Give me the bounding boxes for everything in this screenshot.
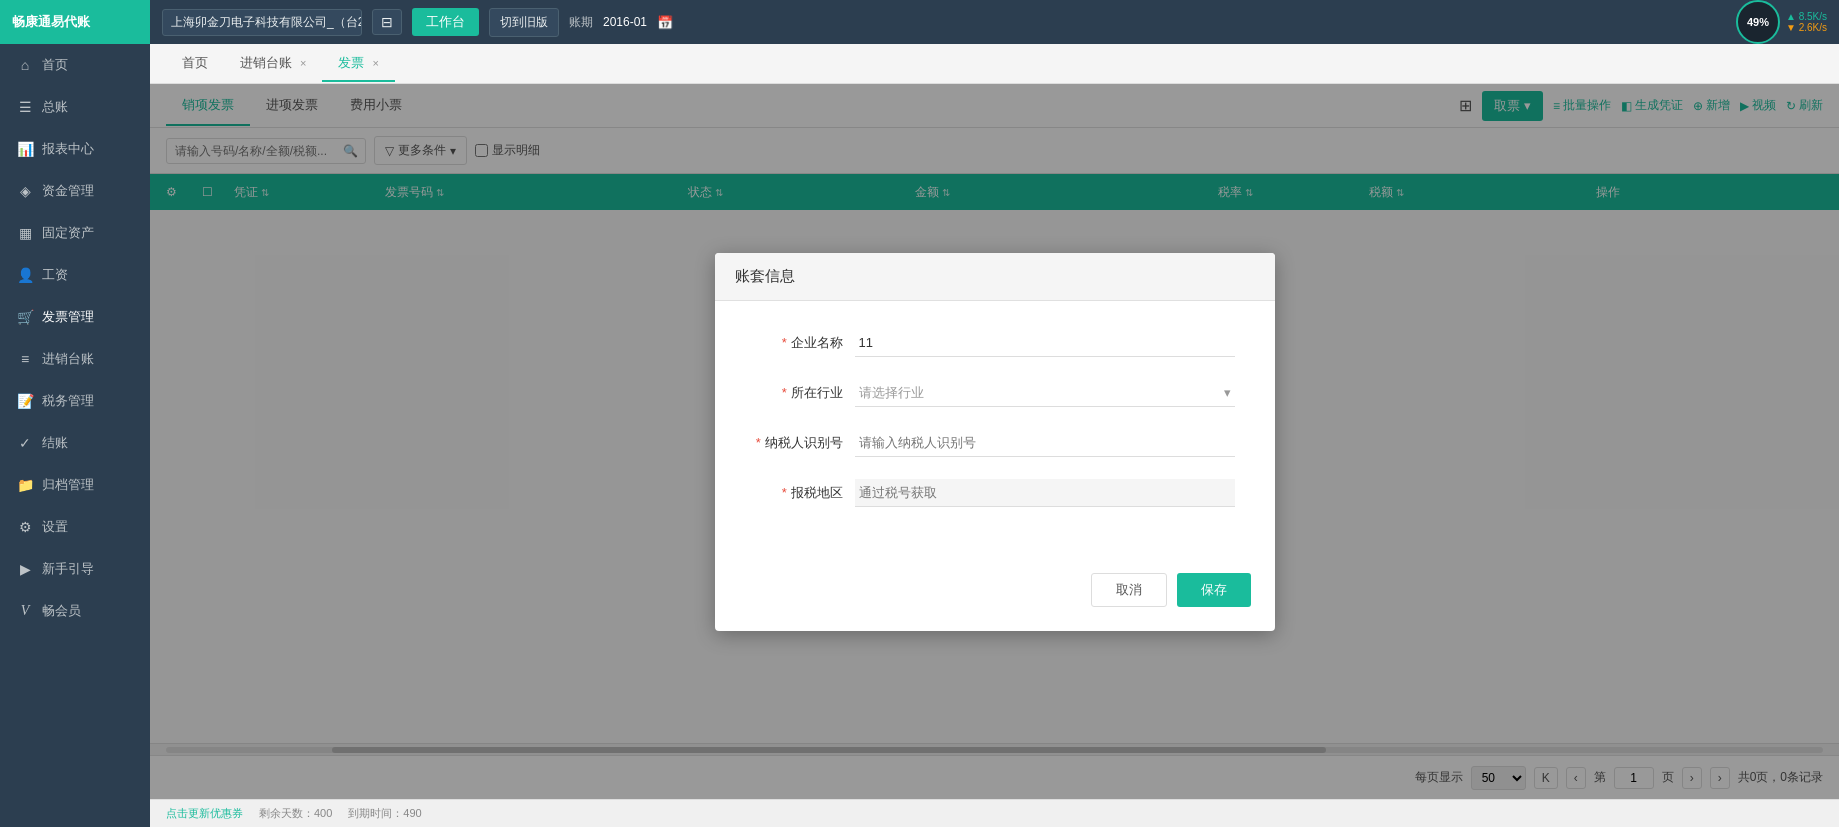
- modal-body: * 企业名称 * 所在行业 请选择行业: [715, 301, 1275, 557]
- industry-row: * 所在行业 请选择行业 ▾: [755, 379, 1235, 407]
- modal-title: 账套信息: [735, 267, 795, 284]
- sidebar-item-assets[interactable]: ▦ 固定资产: [0, 212, 150, 254]
- tab-home[interactable]: 首页: [166, 46, 224, 82]
- sidebar-item-label: 新手引导: [42, 560, 94, 578]
- company-name-input[interactable]: [855, 329, 1235, 357]
- status-info2: 到期时间：490: [348, 806, 421, 821]
- modal-overlay[interactable]: 账套信息 * 企业名称 * 所在行业: [150, 84, 1839, 799]
- checkout-icon: ✓: [16, 435, 34, 451]
- tax-icon: 📝: [16, 393, 34, 409]
- app-logo: 畅康通易代账: [0, 0, 150, 44]
- company-selector[interactable]: 上海卯金刀电子科技有限公司_（台201... ▾: [162, 9, 362, 36]
- tab-purchase-close[interactable]: ×: [300, 57, 306, 69]
- status-bar: 点击更新优惠券 剩余天数：400 到期时间：490: [150, 799, 1839, 827]
- sidebar-item-label: 资金管理: [42, 182, 94, 200]
- industry-select[interactable]: 请选择行业: [855, 379, 1235, 406]
- sidebar-item-label: 工资: [42, 266, 68, 284]
- speed-up: ▲ 8.5K/s: [1786, 11, 1827, 22]
- sidebar-item-label: 畅会员: [42, 602, 81, 620]
- tab-bar: 首页 进销台账 × 发票 ×: [150, 44, 1839, 84]
- region-input: [855, 479, 1235, 507]
- sidebar-item-archive[interactable]: 📁 归档管理: [0, 464, 150, 506]
- invoice-icon: 🛒: [16, 309, 34, 325]
- sidebar-item-label: 结账: [42, 434, 68, 452]
- tax-id-row: * 纳税人识别号: [755, 429, 1235, 457]
- modal-footer: 取消 保存: [715, 557, 1275, 631]
- region-label: * 报税地区: [755, 484, 855, 502]
- funds-icon: ◈: [16, 183, 34, 199]
- tab-purchase[interactable]: 进销台账 ×: [224, 46, 322, 82]
- home-icon: ⌂: [16, 57, 34, 73]
- sidebar-item-settings[interactable]: ⚙ 设置: [0, 506, 150, 548]
- industry-label: * 所在行业: [755, 384, 855, 402]
- speed-stats: ▲ 8.5K/s ▼ 2.6K/s: [1786, 11, 1827, 33]
- sidebar-item-label: 固定资产: [42, 224, 94, 242]
- switch-old-button[interactable]: 切到旧版: [489, 8, 559, 37]
- sidebar-item-guide[interactable]: ▶ 新手引导: [0, 548, 150, 590]
- sidebar-item-purchase[interactable]: ≡ 进销台账: [0, 338, 150, 380]
- period-label: 账期: [569, 14, 593, 31]
- archive-icon: 📁: [16, 477, 34, 493]
- sidebar-item-label: 报表中心: [42, 140, 94, 158]
- reports-icon: 📊: [16, 141, 34, 157]
- main-area: 上海卯金刀电子科技有限公司_（台201... ▾ ⊟ 工作台 切到旧版 账期 2…: [150, 0, 1839, 827]
- tab-invoice[interactable]: 发票 ×: [322, 46, 394, 82]
- status-link[interactable]: 点击更新优惠券: [166, 806, 243, 821]
- sidebar: 畅康通易代账 ⌂ 首页 ☰ 总账 📊 报表中心 ◈ 资金管理 ▦ 固定资产 👤 …: [0, 0, 150, 827]
- tax-id-input[interactable]: [855, 429, 1235, 457]
- content-area: 销项发票 进项发票 费用小票 ⊞ 取票 ▾ ≡ 批量操作 ◧: [150, 84, 1839, 799]
- purchase-icon: ≡: [16, 351, 34, 367]
- speed-indicator: 49%: [1736, 0, 1780, 44]
- payroll-icon: 👤: [16, 267, 34, 283]
- industry-select-wrapper: 请选择行业 ▾: [855, 379, 1235, 407]
- sidebar-item-label: 发票管理: [42, 308, 94, 326]
- sidebar-item-label: 设置: [42, 518, 68, 536]
- settings-icon: ⚙: [16, 519, 34, 535]
- sidebar-item-checkout[interactable]: ✓ 结账: [0, 422, 150, 464]
- sidebar-item-payroll[interactable]: 👤 工资: [0, 254, 150, 296]
- assets-icon: ▦: [16, 225, 34, 241]
- sidebar-item-label: 总账: [42, 98, 68, 116]
- company-name-label: * 企业名称: [755, 334, 855, 352]
- save-button[interactable]: 保存: [1177, 573, 1251, 607]
- top-bar-right: 49% ▲ 8.5K/s ▼ 2.6K/s: [1736, 0, 1827, 44]
- modal-header: 账套信息: [715, 253, 1275, 301]
- sidebar-item-ledger[interactable]: ☰ 总账: [0, 86, 150, 128]
- status-info: 剩余天数：400: [259, 806, 332, 821]
- guide-icon: ▶: [16, 561, 34, 577]
- sidebar-item-invoice[interactable]: 🛒 发票管理: [0, 296, 150, 338]
- tab-invoice-close[interactable]: ×: [372, 57, 378, 69]
- top-bar: 上海卯金刀电子科技有限公司_（台201... ▾ ⊟ 工作台 切到旧版 账期 2…: [150, 0, 1839, 44]
- modal-dialog: 账套信息 * 企业名称 * 所在行业: [715, 253, 1275, 631]
- member-icon: V: [16, 603, 34, 619]
- speed-down: ▼ 2.6K/s: [1786, 22, 1827, 33]
- sidebar-item-label: 税务管理: [42, 392, 94, 410]
- tax-id-label: * 纳税人识别号: [755, 434, 855, 452]
- workbench-button[interactable]: 工作台: [412, 8, 479, 36]
- period-value: 2016-01: [603, 15, 647, 29]
- company-name: 上海卯金刀电子科技有限公司_（台201...: [171, 14, 362, 31]
- sidebar-item-funds[interactable]: ◈ 资金管理: [0, 170, 150, 212]
- sidebar-item-label: 归档管理: [42, 476, 94, 494]
- sidebar-item-tax[interactable]: 📝 税务管理: [0, 380, 150, 422]
- sidebar-item-reports[interactable]: 📊 报表中心: [0, 128, 150, 170]
- company-name-row: * 企业名称: [755, 329, 1235, 357]
- sidebar-item-home[interactable]: ⌂ 首页: [0, 44, 150, 86]
- calendar-icon[interactable]: 📅: [657, 15, 673, 30]
- sidebar-item-member[interactable]: V 畅会员: [0, 590, 150, 632]
- ledger-icon: ☰: [16, 99, 34, 115]
- region-row: * 报税地区: [755, 479, 1235, 507]
- sidebar-item-label: 首页: [42, 56, 68, 74]
- sidebar-item-label: 进销台账: [42, 350, 94, 368]
- cancel-button[interactable]: 取消: [1091, 573, 1167, 607]
- print-icon-btn[interactable]: ⊟: [372, 9, 402, 35]
